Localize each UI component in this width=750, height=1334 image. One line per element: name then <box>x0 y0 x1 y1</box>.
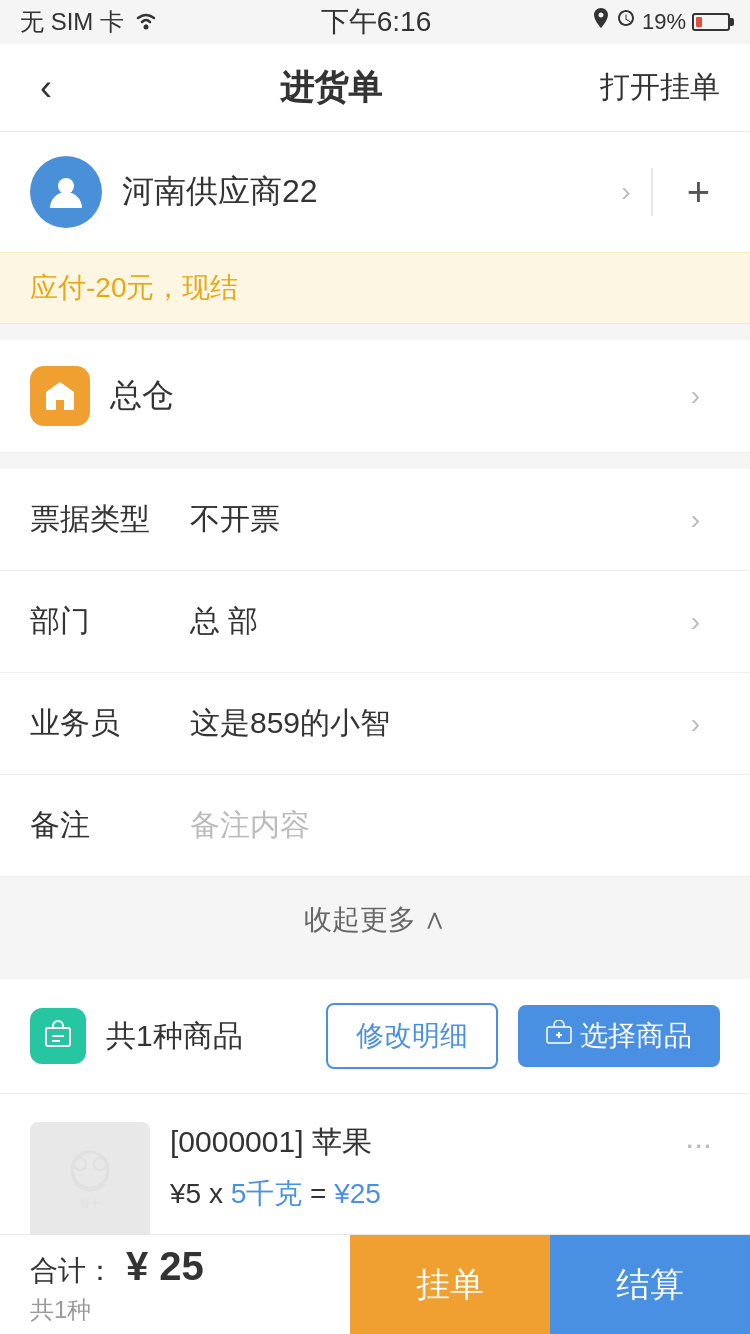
svg-point-0 <box>144 25 149 30</box>
carrier-text: 无 SIM 卡 <box>20 6 124 38</box>
footer-total-amount: ¥ 25 <box>126 1244 204 1289</box>
edit-detail-button[interactable]: 修改明细 <box>326 1003 498 1069</box>
department-label: 部门 <box>30 601 170 642</box>
invoice-type-label: 票据类型 <box>30 499 170 540</box>
alarm-icon <box>616 9 636 35</box>
warehouse-section: 总仓 › <box>0 340 750 453</box>
salesperson-value: 这是859的小智 <box>170 703 691 744</box>
status-bar: 无 SIM 卡 下午6:16 19% <box>0 0 750 44</box>
payment-notice: 应付-20元，现结 <box>0 252 750 324</box>
pay-button[interactable]: 结算 <box>550 1235 750 1334</box>
select-product-button[interactable]: 选择商品 <box>518 1005 720 1067</box>
hang-order-button[interactable]: 挂单 <box>350 1235 550 1334</box>
add-button[interactable]: + <box>677 166 720 219</box>
product-quantity: 5千克 <box>231 1178 303 1209</box>
open-hang-button[interactable]: 打开挂单 <box>600 67 720 108</box>
product-thumbnail: 督十 <box>30 1122 150 1242</box>
section-divider-3 <box>0 963 750 979</box>
product-header: 共1种商品 修改明细 选择商品 <box>0 979 750 1094</box>
supplier-avatar <box>30 156 102 228</box>
product-info: [0000001] 苹果 ¥5 x 5千克 = ¥25 <box>170 1122 657 1213</box>
invoice-type-row[interactable]: 票据类型 不开票 › <box>0 469 750 571</box>
remark-label: 备注 <box>30 805 170 846</box>
status-carrier: 无 SIM 卡 <box>20 6 160 38</box>
supplier-name: 河南供应商22 <box>122 170 621 214</box>
salesperson-label: 业务员 <box>30 703 170 744</box>
battery-text: 19% <box>642 9 686 35</box>
select-product-icon <box>546 1020 572 1053</box>
product-unit-price: ¥5 <box>170 1178 201 1209</box>
warehouse-chevron-icon: › <box>691 380 700 412</box>
product-title: 苹果 <box>312 1125 372 1158</box>
warehouse-name: 总仓 <box>110 374 691 418</box>
svg-text:督十: 督十 <box>80 1198 100 1209</box>
product-name: [0000001] 苹果 <box>170 1122 657 1163</box>
form-section: 票据类型 不开票 › 部门 总 部 › 业务员 这是859的小智 › 备注 备注… <box>0 469 750 877</box>
footer: 合计： ¥ 25 共1种 挂单 结算 <box>0 1234 750 1334</box>
svg-point-1 <box>58 178 74 194</box>
warehouse-icon <box>30 366 90 426</box>
footer-sub-text: 共1种 <box>30 1294 320 1326</box>
nav-bar: ‹ 进货单 打开挂单 <box>0 44 750 132</box>
products-section: 共1种商品 修改明细 选择商品 <box>0 979 750 1271</box>
product-price: ¥5 x 5千克 = ¥25 <box>170 1175 657 1213</box>
back-button[interactable]: ‹ <box>30 57 62 119</box>
footer-total: 合计： ¥ 25 共1种 <box>0 1235 350 1334</box>
svg-point-9 <box>74 1158 86 1170</box>
main-content: 河南供应商22 › + 应付-20元，现结 总仓 › 票据类型 不开票 › <box>0 132 750 1334</box>
department-row[interactable]: 部门 总 部 › <box>0 571 750 673</box>
svg-point-10 <box>94 1158 106 1170</box>
salesperson-chevron-icon: › <box>691 708 700 740</box>
location-icon <box>592 8 610 36</box>
chevron-right-icon: › <box>621 176 630 208</box>
divider <box>651 168 653 216</box>
supplier-section: 河南供应商22 › + 应付-20元，现结 <box>0 132 750 324</box>
supplier-row[interactable]: 河南供应商22 › + <box>0 132 750 252</box>
product-multiply: x <box>209 1178 231 1209</box>
product-equals: = <box>310 1178 334 1209</box>
product-count-icon <box>30 1008 86 1064</box>
status-time: 下午6:16 <box>321 3 432 41</box>
status-right: 19% <box>592 8 730 36</box>
invoice-chevron-icon: › <box>691 504 700 536</box>
remark-row[interactable]: 备注 备注内容 <box>0 775 750 877</box>
footer-total-label: 合计： <box>30 1252 114 1290</box>
collapse-button[interactable]: 收起更多 ∧ <box>0 877 750 963</box>
invoice-type-value: 不开票 <box>170 499 691 540</box>
battery-icon <box>692 13 730 31</box>
product-more-button[interactable]: ··· <box>677 1122 720 1167</box>
product-thumb-icon: 督十 <box>55 1142 125 1222</box>
section-divider <box>0 324 750 340</box>
product-count-text: 共1种商品 <box>106 1016 306 1057</box>
remark-placeholder[interactable]: 备注内容 <box>170 805 720 846</box>
department-chevron-icon: › <box>691 606 700 638</box>
section-divider-2 <box>0 453 750 469</box>
select-product-label: 选择商品 <box>580 1017 692 1055</box>
wifi-icon <box>132 8 160 36</box>
salesperson-row[interactable]: 业务员 这是859的小智 › <box>0 673 750 775</box>
page-title: 进货单 <box>280 65 382 111</box>
footer-total-line: 合计： ¥ 25 <box>30 1244 320 1290</box>
product-code: [0000001] <box>170 1125 303 1158</box>
department-value: 总 部 <box>170 601 691 642</box>
warehouse-row[interactable]: 总仓 › <box>0 340 750 453</box>
product-total: ¥25 <box>334 1178 381 1209</box>
